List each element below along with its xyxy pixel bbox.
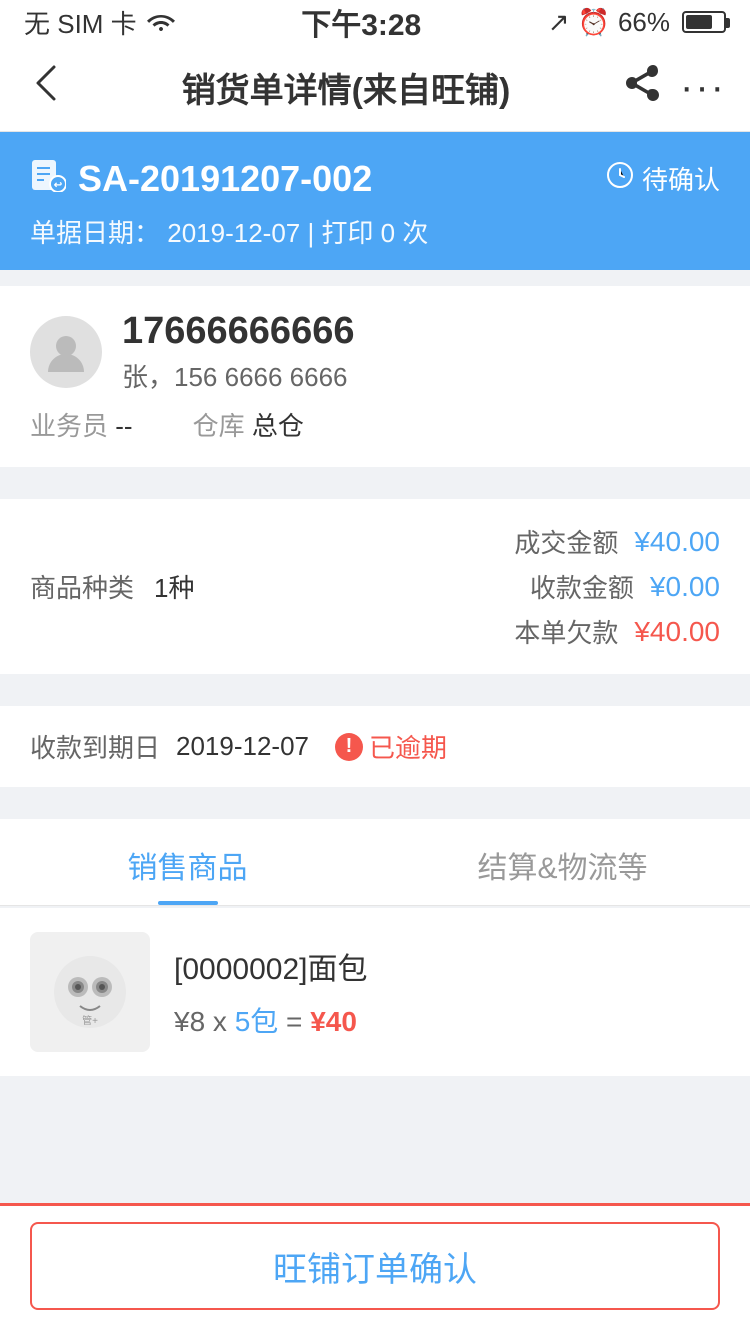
deal-amount-row: 成交金额 ¥40.00 [514,523,720,560]
order-header: ↩ SA-20191207-002 待确认 单据日期： 2019-12-07 |… [0,132,750,270]
location-icon: ↗ [548,7,570,38]
customer-name: 张，156 6666 6666 [122,357,354,394]
sales-person: 业务员 -- [30,406,133,443]
svg-text:↩: ↩ [54,180,63,191]
product-type: 商品种类 1种 [30,568,194,605]
tab-bar: 销售商品 结算&物流等 [0,819,750,906]
svg-text:管+: 管+ [82,1014,98,1027]
status-bar: 无 SIM 卡 下午3:28 ↗ ⏰ 66% [0,0,750,44]
divider-3 [0,787,750,803]
nav-actions: ··· [624,65,726,110]
tab-sales-products[interactable]: 销售商品 [0,819,375,905]
nav-bar: 销货单详情(来自旺铺) ··· [0,44,750,132]
customer-phone: 17666666666 [122,310,354,353]
order-date: 单据日期： 2019-12-07 | 打印 0 次 [30,213,720,250]
divider-2 [0,674,750,690]
more-icon[interactable]: ··· [680,65,726,110]
status-right: ↗ ⏰ 66% [548,7,726,38]
carrier-text: 无 SIM 卡 [24,4,137,41]
warehouse: 仓库 总仓 [193,406,304,443]
customer-card: 17666666666 张，156 6666 6666 业务员 -- 仓库 总仓 [0,286,750,467]
summary-card: 商品种类 1种 成交金额 ¥40.00 收款金额 ¥0.00 本单欠款 ¥40.… [0,499,750,674]
divider-1 [0,467,750,483]
product-name: [0000002]面包 [174,944,720,988]
confirm-button[interactable]: 旺铺订单确认 [30,1222,720,1310]
battery-percent: 66% [618,7,670,38]
bottom-bar: 旺铺订单确认 [0,1203,750,1334]
order-icon: ↩ [30,156,66,201]
product-info: [0000002]面包 ¥8 x 5包 = ¥40 [174,944,720,1040]
amount-summary: 成交金额 ¥40.00 收款金额 ¥0.00 本单欠款 ¥40.00 [514,523,720,650]
product-item: 管+ [0000002]面包 ¥8 x 5包 = ¥40 [0,908,750,1076]
alarm-icon: ⏰ [578,7,610,38]
back-button[interactable] [24,53,68,123]
product-section: 管+ [0000002]面包 ¥8 x 5包 = ¥40 [0,908,750,1076]
status-left: 无 SIM 卡 [24,4,175,41]
overdue-badge: ! 已逾期 [335,728,447,765]
page-title: 销货单详情(来自旺铺) [182,63,511,112]
share-icon[interactable] [624,65,660,110]
owed-amount-row: 本单欠款 ¥40.00 [514,613,720,650]
due-date-card: 收款到期日 2019-12-07 ! 已逾期 [0,706,750,787]
overdue-icon: ! [335,733,363,761]
battery-icon [682,11,726,33]
status-time: 下午3:28 [301,0,421,44]
product-thumbnail: 管+ [30,932,150,1052]
product-price: ¥8 x 5包 = ¥40 [174,1000,720,1040]
order-id: ↩ SA-20191207-002 [30,156,372,201]
customer-meta: 业务员 -- 仓库 总仓 [30,406,720,443]
wifi-icon [147,7,175,38]
order-status: 待确认 [606,160,720,197]
received-amount-row: 收款金额 ¥0.00 [530,568,720,605]
avatar [30,316,102,388]
tab-settlement[interactable]: 结算&物流等 [375,819,750,905]
clock-icon [606,161,634,196]
